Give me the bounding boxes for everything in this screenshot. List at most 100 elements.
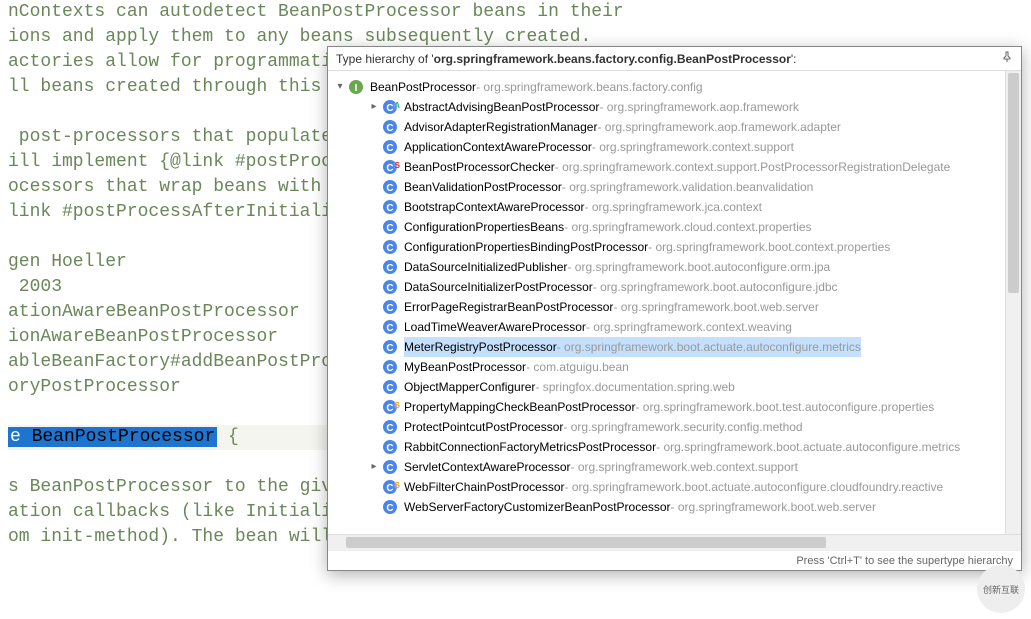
node-package: - org.springframework.boot.web.server (671, 497, 876, 517)
svg-text:C: C (386, 223, 393, 234)
expand-arrow-icon[interactable]: ▸ (366, 97, 382, 117)
class-icon: CS (382, 479, 398, 495)
svg-text:C: C (386, 503, 393, 514)
class-icon: C (382, 319, 398, 335)
class-icon: CS (382, 399, 398, 415)
tree-item[interactable]: C ConfigurationPropertiesBindingPostProc… (328, 237, 1005, 257)
svg-text:C: C (386, 283, 393, 294)
class-icon: C (382, 359, 398, 375)
node-name: BeanPostProcessor (370, 77, 476, 97)
popup-title-class: org.springframework.beans.factory.config… (434, 52, 791, 66)
node-name: ObjectMapperConfigurer (404, 377, 535, 397)
tree-item[interactable]: C MyBeanPostProcessor - com.atguigu.bean (328, 357, 1005, 377)
scrollbar-h-thumb[interactable] (346, 537, 826, 548)
scrollbar-v-thumb[interactable] (1008, 73, 1019, 293)
svg-text:C: C (386, 423, 393, 434)
class-icon: C (382, 119, 398, 135)
node-name: MeterRegistryPostProcessor (404, 337, 557, 357)
class-icon: C (382, 219, 398, 235)
node-package: - org.springframework.security.config.me… (563, 417, 802, 437)
watermark-logo: 创新互联 (977, 565, 1025, 613)
tree-item[interactable]: C WebServerFactoryCustomizerBeanPostProc… (328, 497, 1005, 517)
tree-item[interactable]: ▸ C ServletContextAwareProcessor - org.s… (328, 457, 1005, 477)
node-name: DataSourceInitializedPublisher (404, 257, 567, 277)
class-icon: C (382, 139, 398, 155)
class-icon: C (382, 439, 398, 455)
tree-item[interactable]: CS PropertyMappingCheckBeanPostProcessor… (328, 397, 1005, 417)
popup-header: Type hierarchy of 'org.springframework.b… (328, 47, 1021, 71)
svg-text:C: C (386, 403, 393, 414)
node-package: - org.springframework.beans.factory.conf… (476, 77, 703, 97)
class-icon: C (382, 459, 398, 475)
tree-item[interactable]: C BootstrapContextAwareProcessor - org.s… (328, 197, 1005, 217)
svg-text:C: C (386, 243, 393, 254)
tree-item[interactable]: C BeanValidationPostProcessor - org.spri… (328, 177, 1005, 197)
tree-item[interactable]: C ErrorPageRegistrarBeanPostProcessor - … (328, 297, 1005, 317)
tree-item[interactable]: C DataSourceInitializedPublisher - org.s… (328, 257, 1005, 277)
class-icon: C (382, 259, 398, 275)
node-package: - org.springframework.validation.beanval… (562, 177, 813, 197)
tree-item[interactable]: C DataSourceInitializerPostProcessor - o… (328, 277, 1005, 297)
tree-root[interactable]: ▾ I BeanPostProcessor - org.springframew… (328, 77, 1005, 97)
tree-item[interactable]: C AdvisorAdapterRegistrationManager - or… (328, 117, 1005, 137)
tree-item[interactable]: CS BeanPostProcessorChecker - org.spring… (328, 157, 1005, 177)
node-package: - org.springframework.web.context.suppor… (571, 457, 798, 477)
node-name: LoadTimeWeaverAwareProcessor (404, 317, 586, 337)
class-icon: C (382, 379, 398, 395)
tree-item[interactable]: C RabbitConnectionFactoryMetricsPostProc… (328, 437, 1005, 457)
node-package: - org.springframework.aop.framework.adap… (597, 117, 840, 137)
node-package: - org.springframework.boot.actuate.autoc… (565, 477, 944, 497)
node-package: - org.springframework.boot.actuate.autoc… (656, 437, 960, 457)
class-icon: C (382, 199, 398, 215)
node-name: ApplicationContextAwareProcessor (404, 137, 592, 157)
node-name: PropertyMappingCheckBeanPostProcessor (404, 397, 635, 417)
node-name: MyBeanPostProcessor (404, 357, 526, 377)
node-package: - org.springframework.cloud.context.prop… (564, 217, 811, 237)
node-package: - org.springframework.context.support (592, 137, 794, 157)
svg-text:C: C (386, 183, 393, 194)
expand-arrow-icon[interactable]: ▾ (332, 77, 348, 97)
svg-text:C: C (386, 123, 393, 134)
class-icon: C (382, 419, 398, 435)
node-package: - org.springframework.boot.autoconfigure… (593, 277, 838, 297)
node-name: ProtectPointcutPostProcessor (404, 417, 563, 437)
node-package: - org.springframework.boot.web.server (613, 297, 818, 317)
tree-item[interactable]: C ProtectPointcutPostProcessor - org.spr… (328, 417, 1005, 437)
node-name: ServletContextAwareProcessor (404, 457, 571, 477)
svg-text:C: C (386, 163, 393, 174)
scrollbar-horizontal[interactable] (328, 534, 1021, 550)
tree-item[interactable]: CS WebFilterChainPostProcessor - org.spr… (328, 477, 1005, 497)
class-icon: CA (382, 99, 398, 115)
class-icon: C (382, 299, 398, 315)
tree-item[interactable]: C ObjectMapperConfigurer - springfox.doc… (328, 377, 1005, 397)
svg-text:C: C (386, 383, 393, 394)
node-name: WebFilterChainPostProcessor (404, 477, 565, 497)
expand-arrow-icon[interactable]: ▸ (366, 457, 382, 477)
tree-item[interactable]: ▸ CA AbstractAdvisingBeanPostProcessor -… (328, 97, 1005, 117)
tree-item[interactable]: C MeterRegistryPostProcessor - org.sprin… (328, 337, 1005, 357)
node-package: - org.springframework.jca.context (585, 197, 762, 217)
tree-item[interactable]: C ApplicationContextAwareProcessor - org… (328, 137, 1005, 157)
node-name: ConfigurationPropertiesBeans (404, 217, 564, 237)
svg-text:C: C (386, 143, 393, 154)
class-icon: C (382, 279, 398, 295)
tree-item[interactable]: C ConfigurationPropertiesBeans - org.spr… (328, 217, 1005, 237)
node-name: AdvisorAdapterRegistrationManager (404, 117, 597, 137)
svg-text:C: C (386, 303, 393, 314)
node-package: - org.springframework.boot.autoconfigure… (567, 257, 830, 277)
node-name: ConfigurationPropertiesBindingPostProces… (404, 237, 648, 257)
tree-item[interactable]: C LoadTimeWeaverAwareProcessor - org.spr… (328, 317, 1005, 337)
node-name: AbstractAdvisingBeanPostProcessor (404, 97, 599, 117)
popup-title-prefix: Type hierarchy of ' (336, 52, 434, 66)
popup-title: Type hierarchy of 'org.springframework.b… (336, 47, 797, 71)
scrollbar-vertical[interactable] (1005, 71, 1021, 534)
svg-text:C: C (386, 323, 393, 334)
class-icon: C (382, 499, 398, 515)
node-package: - org.springframework.boot.test.autoconf… (635, 397, 934, 417)
svg-text:I: I (355, 83, 358, 94)
node-name: BeanValidationPostProcessor (404, 177, 562, 197)
hierarchy-tree[interactable]: ▾ I BeanPostProcessor - org.springframew… (328, 71, 1005, 534)
svg-text:C: C (386, 463, 393, 474)
class-icon: C (382, 239, 398, 255)
pin-icon[interactable] (1001, 47, 1013, 71)
